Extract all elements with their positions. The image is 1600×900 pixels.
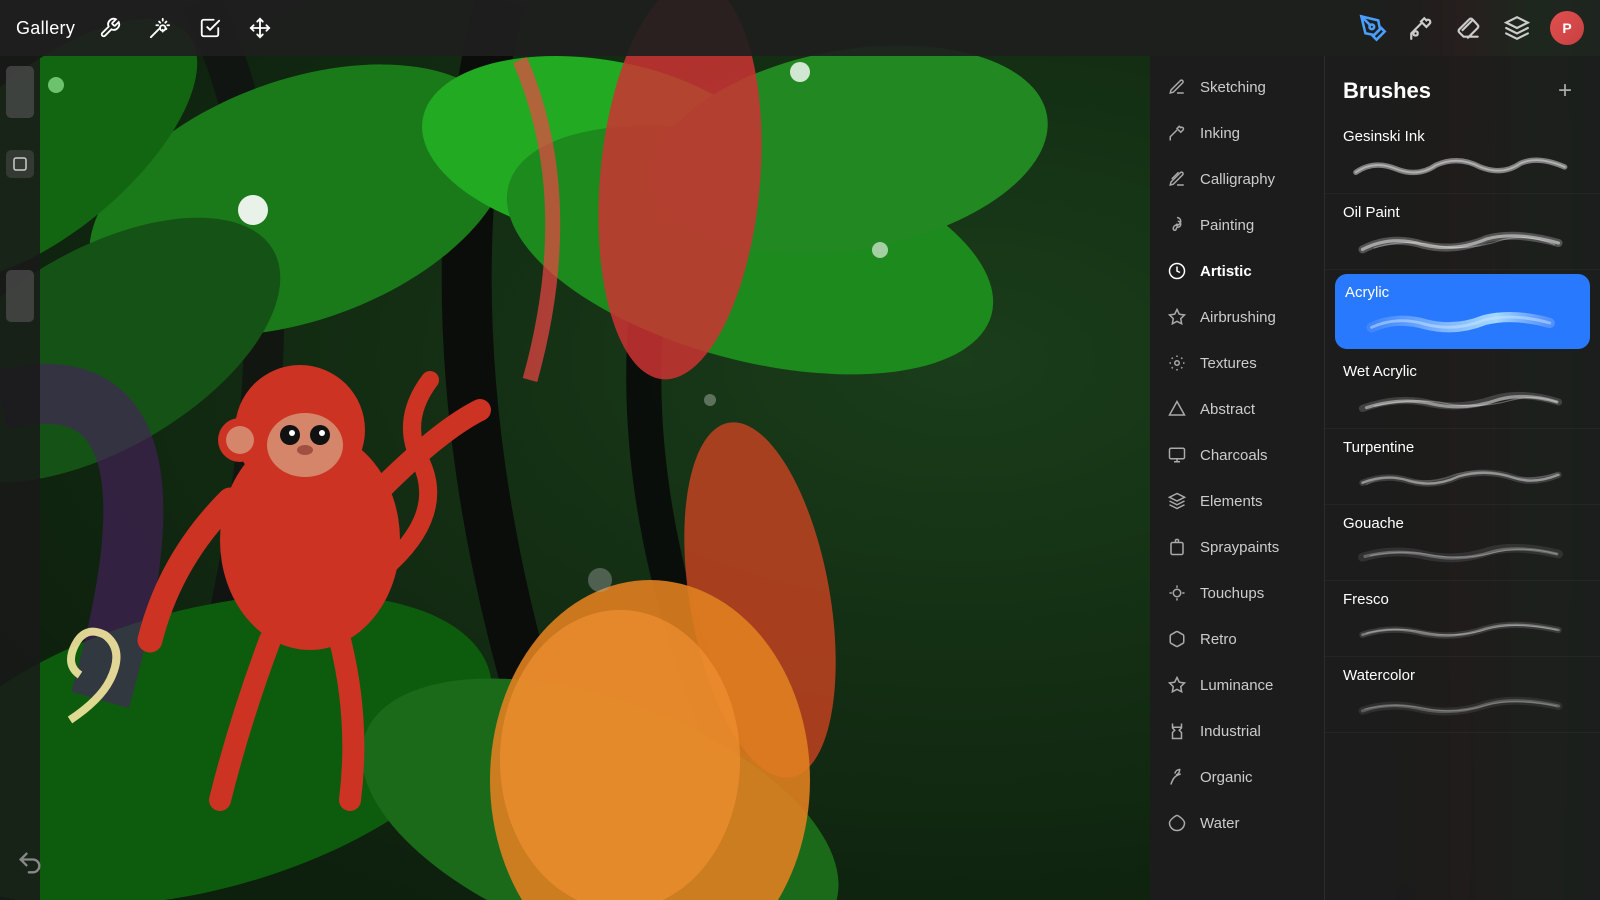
eraser-icon[interactable]	[1454, 13, 1484, 43]
category-charcoals[interactable]: Charcoals	[1150, 432, 1324, 478]
organic-icon	[1166, 766, 1188, 788]
brush-name-gesinski: Gesinski Ink	[1343, 128, 1582, 145]
brush-stroke-wet-acrylic	[1343, 386, 1582, 418]
brush-name-watercolor: Watercolor	[1343, 667, 1582, 684]
pen-tool-icon[interactable]	[1358, 13, 1388, 43]
category-calligraphy[interactable]: Calligraphy	[1150, 156, 1324, 202]
category-calligraphy-label: Calligraphy	[1200, 171, 1275, 188]
touchups-icon	[1166, 582, 1188, 604]
category-textures-label: Textures	[1200, 355, 1257, 372]
brushes-panel: Sketching Inking Calligraphy Painting Ar…	[1150, 56, 1600, 900]
category-organic[interactable]: Organic	[1150, 754, 1324, 800]
sketching-icon	[1166, 76, 1188, 98]
category-abstract[interactable]: Abstract	[1150, 386, 1324, 432]
industrial-icon	[1166, 720, 1188, 742]
category-luminance[interactable]: Luminance	[1150, 662, 1324, 708]
brush-item-watercolor[interactable]: Watercolor	[1325, 657, 1600, 733]
category-artistic[interactable]: Artistic	[1150, 248, 1324, 294]
category-water[interactable]: Water	[1150, 800, 1324, 846]
sidebar-btn-1[interactable]	[6, 150, 34, 178]
selection-icon[interactable]	[195, 13, 225, 43]
category-spraypaints-label: Spraypaints	[1200, 539, 1279, 556]
brush-stroke-acrylic	[1345, 307, 1580, 339]
brush-name-wet-acrylic: Wet Acrylic	[1343, 363, 1582, 380]
category-list: Sketching Inking Calligraphy Painting Ar…	[1150, 56, 1325, 900]
category-abstract-label: Abstract	[1200, 401, 1255, 418]
brush-item-acrylic[interactable]: Acrylic	[1335, 274, 1590, 349]
category-textures[interactable]: Textures	[1150, 340, 1324, 386]
add-brush-button[interactable]: +	[1548, 74, 1582, 108]
brush-item-gesinski-ink[interactable]: Gesinski Ink	[1325, 118, 1600, 194]
brush-name-acrylic: Acrylic	[1345, 284, 1580, 301]
brush-stroke-watercolor	[1343, 690, 1582, 722]
transform-icon[interactable]	[245, 13, 275, 43]
luminance-icon	[1166, 674, 1188, 696]
retro-icon	[1166, 628, 1188, 650]
brush-item-gouache[interactable]: Gouache	[1325, 505, 1600, 581]
category-industrial[interactable]: Industrial	[1150, 708, 1324, 754]
brush-item-fresco[interactable]: Fresco	[1325, 581, 1600, 657]
category-inking-label: Inking	[1200, 125, 1240, 142]
magic-icon[interactable]	[145, 13, 175, 43]
size-slider[interactable]	[6, 270, 34, 322]
textures-icon	[1166, 352, 1188, 374]
category-inking[interactable]: Inking	[1150, 110, 1324, 156]
category-sketching-label: Sketching	[1200, 79, 1266, 96]
brush-icon[interactable]	[1406, 13, 1436, 43]
wrench-icon[interactable]	[95, 13, 125, 43]
layers-icon[interactable]	[1502, 13, 1532, 43]
brush-stroke-gouache	[1343, 538, 1582, 570]
left-sidebar	[0, 56, 40, 900]
category-luminance-label: Luminance	[1200, 677, 1273, 694]
brushes-title: Brushes	[1343, 78, 1431, 104]
brush-name-gouache: Gouache	[1343, 515, 1582, 532]
calligraphy-icon	[1166, 168, 1188, 190]
category-charcoals-label: Charcoals	[1200, 447, 1268, 464]
charcoals-icon	[1166, 444, 1188, 466]
spraypaints-icon	[1166, 536, 1188, 558]
brush-name-oil: Oil Paint	[1343, 204, 1582, 221]
category-organic-label: Organic	[1200, 769, 1253, 786]
undo-button[interactable]	[16, 849, 44, 884]
brush-stroke-turpentine	[1343, 462, 1582, 494]
category-painting[interactable]: Painting	[1150, 202, 1324, 248]
elements-icon	[1166, 490, 1188, 512]
abstract-icon	[1166, 398, 1188, 420]
top-toolbar: Gallery	[0, 0, 1600, 56]
category-elements[interactable]: Elements	[1150, 478, 1324, 524]
category-elements-label: Elements	[1200, 493, 1263, 510]
category-touchups[interactable]: Touchups	[1150, 570, 1324, 616]
brush-stroke-gesinski	[1343, 151, 1582, 183]
category-airbrushing[interactable]: Airbrushing	[1150, 294, 1324, 340]
artistic-icon	[1166, 260, 1188, 282]
opacity-slider[interactable]	[6, 66, 34, 118]
category-spraypaints[interactable]: Spraypaints	[1150, 524, 1324, 570]
brush-name-fresco: Fresco	[1343, 591, 1582, 608]
category-touchups-label: Touchups	[1200, 585, 1264, 602]
water-icon	[1166, 812, 1188, 834]
user-avatar[interactable]: P	[1550, 11, 1584, 45]
gallery-button[interactable]: Gallery	[16, 18, 75, 39]
category-airbrushing-label: Airbrushing	[1200, 309, 1276, 326]
category-industrial-label: Industrial	[1200, 723, 1261, 740]
category-retro-label: Retro	[1200, 631, 1237, 648]
airbrushing-icon	[1166, 306, 1188, 328]
category-artistic-label: Artistic	[1200, 263, 1252, 280]
category-painting-label: Painting	[1200, 217, 1254, 234]
brushes-header: Brushes +	[1325, 56, 1600, 118]
brush-stroke-oil	[1343, 227, 1582, 259]
brush-item-wet-acrylic[interactable]: Wet Acrylic	[1325, 353, 1600, 429]
painting-icon	[1166, 214, 1188, 236]
category-retro[interactable]: Retro	[1150, 616, 1324, 662]
brush-stroke-fresco	[1343, 614, 1582, 646]
brush-name-turpentine: Turpentine	[1343, 439, 1582, 456]
brush-list: Brushes + Gesinski Ink Oil Paint	[1325, 56, 1600, 900]
brush-item-turpentine[interactable]: Turpentine	[1325, 429, 1600, 505]
category-sketching[interactable]: Sketching	[1150, 64, 1324, 110]
inking-icon	[1166, 122, 1188, 144]
category-water-label: Water	[1200, 815, 1239, 832]
brush-item-oil-paint[interactable]: Oil Paint	[1325, 194, 1600, 270]
